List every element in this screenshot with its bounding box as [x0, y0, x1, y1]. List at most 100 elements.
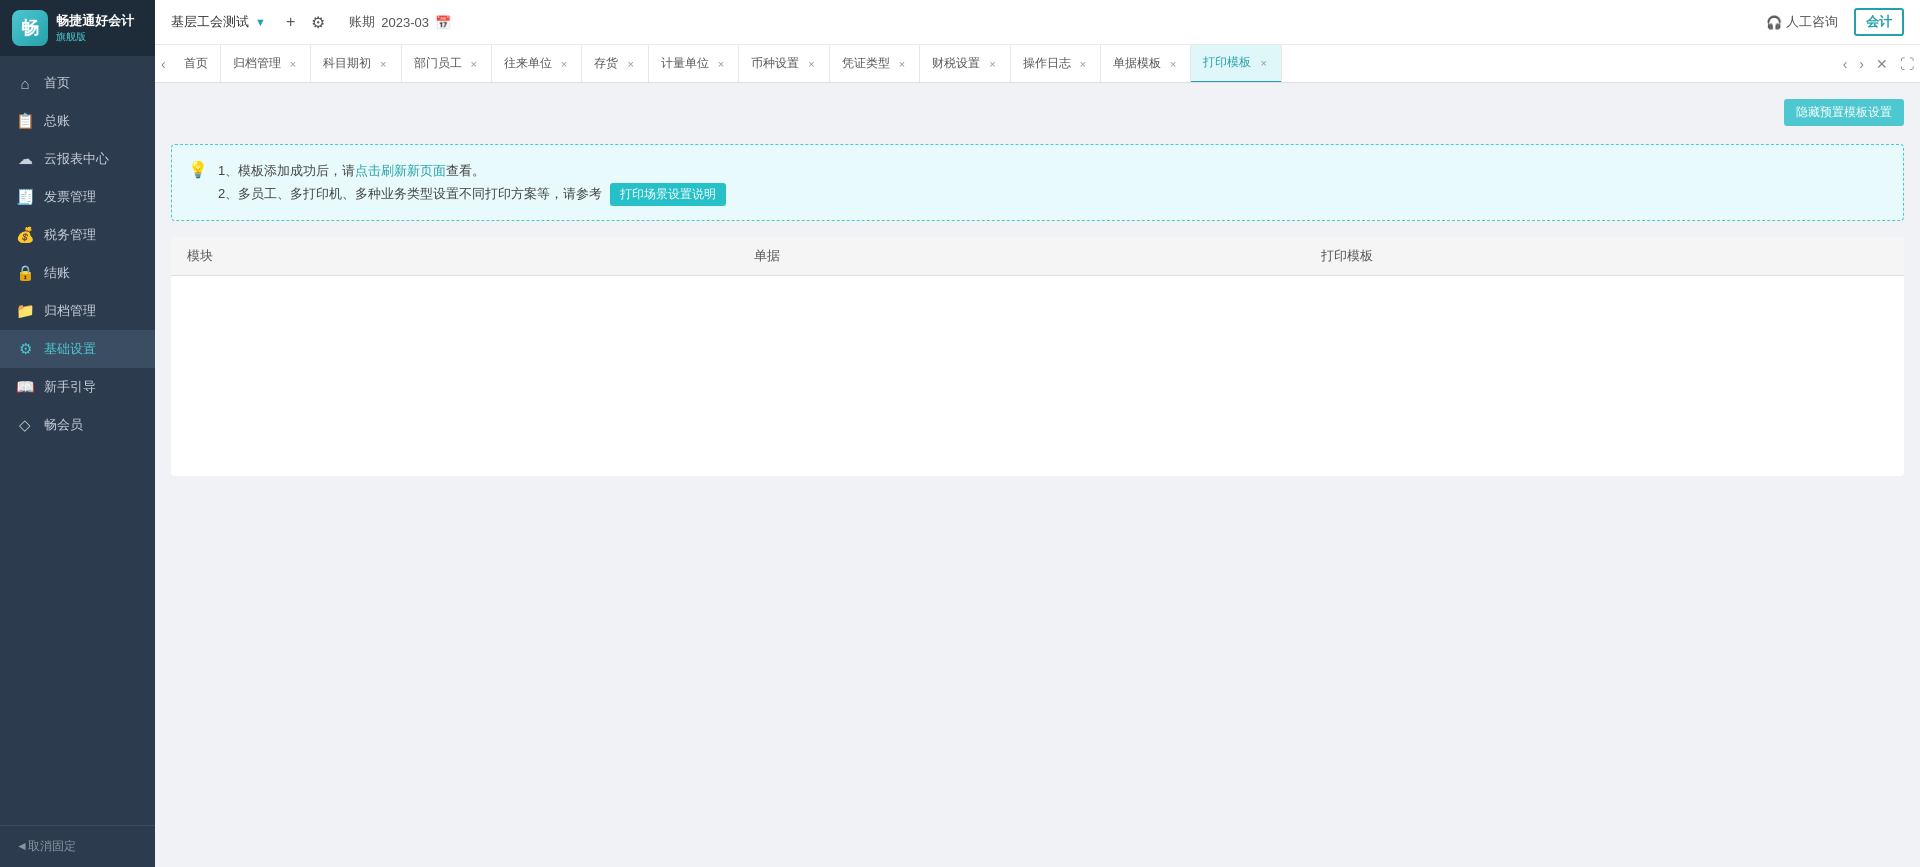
topbar-right: 🎧 人工咨询 会计 [1758, 8, 1904, 36]
nav-icon-tax: 💰 [16, 226, 34, 244]
app-logo-icon: 畅 [12, 10, 48, 46]
tab-操作日志[interactable]: 操作日志 × [1011, 45, 1101, 83]
tab-部门员工[interactable]: 部门员工 × [402, 45, 492, 83]
tab-往来单位[interactable]: 往来单位 × [492, 45, 582, 83]
tab-close-icon[interactable]: × [469, 57, 479, 71]
company-name: 基层工会测试 [171, 13, 249, 31]
nav-icon-archive: 📁 [16, 302, 34, 320]
tab-nav-prev[interactable]: ‹ [1837, 45, 1854, 83]
tab-close-icon[interactable]: × [378, 57, 388, 71]
service-button[interactable]: 🎧 人工咨询 [1758, 9, 1846, 35]
tab-close-icon[interactable]: × [897, 57, 907, 71]
company-selector[interactable]: 基层工会测试 ▼ [171, 13, 266, 31]
tab-nav-end: ‹ › ✕ ⛶ [1837, 45, 1920, 83]
nav-label-close: 结账 [44, 264, 70, 282]
tab-归档管理[interactable]: 归档管理 × [221, 45, 311, 83]
col-voucher: 单据 [754, 247, 1321, 265]
sidebar-item-home[interactable]: ⌂ 首页 [0, 64, 155, 102]
sidebar-item-ledger[interactable]: 📋总账 [0, 102, 155, 140]
notice-line1: 1、模板添加成功后，请点击刷新新页面查看。 [218, 159, 726, 182]
nav-icon-reports: ☁ [16, 150, 34, 168]
hide-template-button[interactable]: 隐藏预置模板设置 [1784, 99, 1904, 126]
tab-close-icon[interactable]: × [1258, 56, 1268, 70]
headset-icon: 🎧 [1766, 15, 1782, 30]
tab-财税设置[interactable]: 财税设置 × [920, 45, 1010, 83]
service-label: 人工咨询 [1786, 13, 1838, 31]
sidebar-item-member[interactable]: ◇畅会员 [0, 406, 155, 444]
tab-nav-back[interactable]: ‹ [155, 45, 172, 83]
tab-close-icon[interactable]: × [1078, 57, 1088, 71]
tab-label: 财税设置 [932, 55, 980, 72]
tab-label: 打印模板 [1203, 54, 1251, 71]
unpin-button[interactable]: ◄取消固定 [0, 825, 155, 867]
tab-label: 凭证类型 [842, 55, 890, 72]
nav-label-home: 首页 [44, 74, 70, 92]
period-label: 账期 [349, 13, 375, 31]
tab-单据模板[interactable]: 单据模板 × [1101, 45, 1191, 83]
tab-存货[interactable]: 存货 × [582, 45, 648, 83]
table-body [171, 276, 1904, 476]
tab-close-icon[interactable]: × [288, 57, 298, 71]
main-area: 基层工会测试 ▼ + ⚙ 账期 2023-03 📅 🎧 人工咨询 会计 ‹首页归… [155, 0, 1920, 867]
tabbar: ‹首页归档管理×科目期初×部门员工×往来单位×存货×计量单位×币种设置×凭证类型… [155, 45, 1920, 83]
nav-label-archive: 归档管理 [44, 302, 96, 320]
nav-icon-home: ⌂ [16, 75, 34, 92]
account-button[interactable]: 会计 [1854, 8, 1904, 36]
sidebar-item-settings[interactable]: ⚙基础设置 [0, 330, 155, 368]
sidebar-item-guide[interactable]: 📖 新手引导 [0, 368, 155, 406]
settings-button[interactable]: ⚙ [307, 11, 329, 34]
notice-line2: 2、多员工、多打印机、多种业务类型设置不同打印方案等，请参考 打印场景设置说明 [218, 182, 726, 206]
tab-label: 操作日志 [1023, 55, 1071, 72]
tab-label: 部门员工 [414, 55, 462, 72]
notice-box: 💡 1、模板添加成功后，请点击刷新新页面查看。 2、多员工、多打印机、多种业务类… [171, 144, 1904, 221]
print-template-table: 模块 单据 打印模板 [171, 237, 1904, 476]
sidebar-item-reports[interactable]: ☁ 云报表中心 [0, 140, 155, 178]
notice-line2-text: 2、多员工、多打印机、多种业务类型设置不同打印方案等，请参考 [218, 186, 602, 201]
tab-close-icon[interactable]: × [806, 57, 816, 71]
tab-close-all[interactable]: ✕ [1870, 45, 1894, 83]
nav-label-tax: 税务管理 [44, 226, 96, 244]
sidebar-item-tax[interactable]: 💰 税务管理 [0, 216, 155, 254]
calendar-icon[interactable]: 📅 [435, 15, 451, 30]
tab-close-icon[interactable]: × [559, 57, 569, 71]
tab-label: 往来单位 [504, 55, 552, 72]
nav-label-settings: 基础设置 [44, 340, 96, 358]
nav-label-reports: 云报表中心 [44, 150, 109, 168]
company-chevron-icon: ▼ [255, 16, 266, 28]
col-module: 模块 [187, 247, 754, 265]
sidebar-item-archive[interactable]: 📁 归档管理 [0, 292, 155, 330]
notice-text: 1、模板添加成功后，请点击刷新新页面查看。 2、多员工、多打印机、多种业务类型设… [218, 159, 726, 206]
period-info: 账期 2023-03 📅 [349, 13, 451, 31]
tab-nav-next[interactable]: › [1853, 45, 1870, 83]
tab-close-icon[interactable]: × [716, 57, 726, 71]
tab-close-icon[interactable]: × [625, 57, 635, 71]
sidebar-item-close[interactable]: 🔒结账 [0, 254, 155, 292]
top-action-bar: 隐藏预置模板设置 [171, 99, 1904, 136]
nav-label-member: 畅会员 [44, 416, 83, 434]
nav-label-guide: 新手引导 [44, 378, 96, 396]
notice-refresh-link[interactable]: 点击刷新新页面 [355, 163, 446, 178]
unpin-label: ◄取消固定 [16, 838, 76, 855]
topbar: 基层工会测试 ▼ + ⚙ 账期 2023-03 📅 🎧 人工咨询 会计 [155, 0, 1920, 45]
tab-expand[interactable]: ⛶ [1894, 45, 1920, 83]
tab-label: 单据模板 [1113, 55, 1161, 72]
sidebar-item-invoice[interactable]: 🧾发票管理 [0, 178, 155, 216]
tab-币种设置[interactable]: 币种设置× [739, 45, 829, 83]
logo-text: 畅捷通好会计 旗舰版 [56, 12, 134, 44]
tab-科目期初[interactable]: 科目期初× [311, 45, 401, 83]
nav-label-invoice: 发票管理 [44, 188, 96, 206]
table-header: 模块 单据 打印模板 [171, 237, 1904, 276]
tab-close-icon[interactable]: × [987, 57, 997, 71]
print-scene-button[interactable]: 打印场景设置说明 [610, 183, 726, 206]
tab-close-icon[interactable]: × [1168, 57, 1178, 71]
tab-首页[interactable]: 首页 [172, 45, 221, 83]
tab-打印模板[interactable]: 打印模板 × [1191, 45, 1281, 83]
tab-label: 存货 [594, 55, 618, 72]
topbar-actions: + ⚙ [282, 11, 329, 34]
tab-凭证类型[interactable]: 凭证类型 × [830, 45, 920, 83]
nav-icon-guide: 📖 [16, 378, 34, 396]
add-tab-button[interactable]: + [282, 11, 299, 33]
tab-label: 归档管理 [233, 55, 281, 72]
notice-line1-suffix: 查看。 [446, 163, 485, 178]
tab-计量单位[interactable]: 计量单位× [649, 45, 739, 83]
